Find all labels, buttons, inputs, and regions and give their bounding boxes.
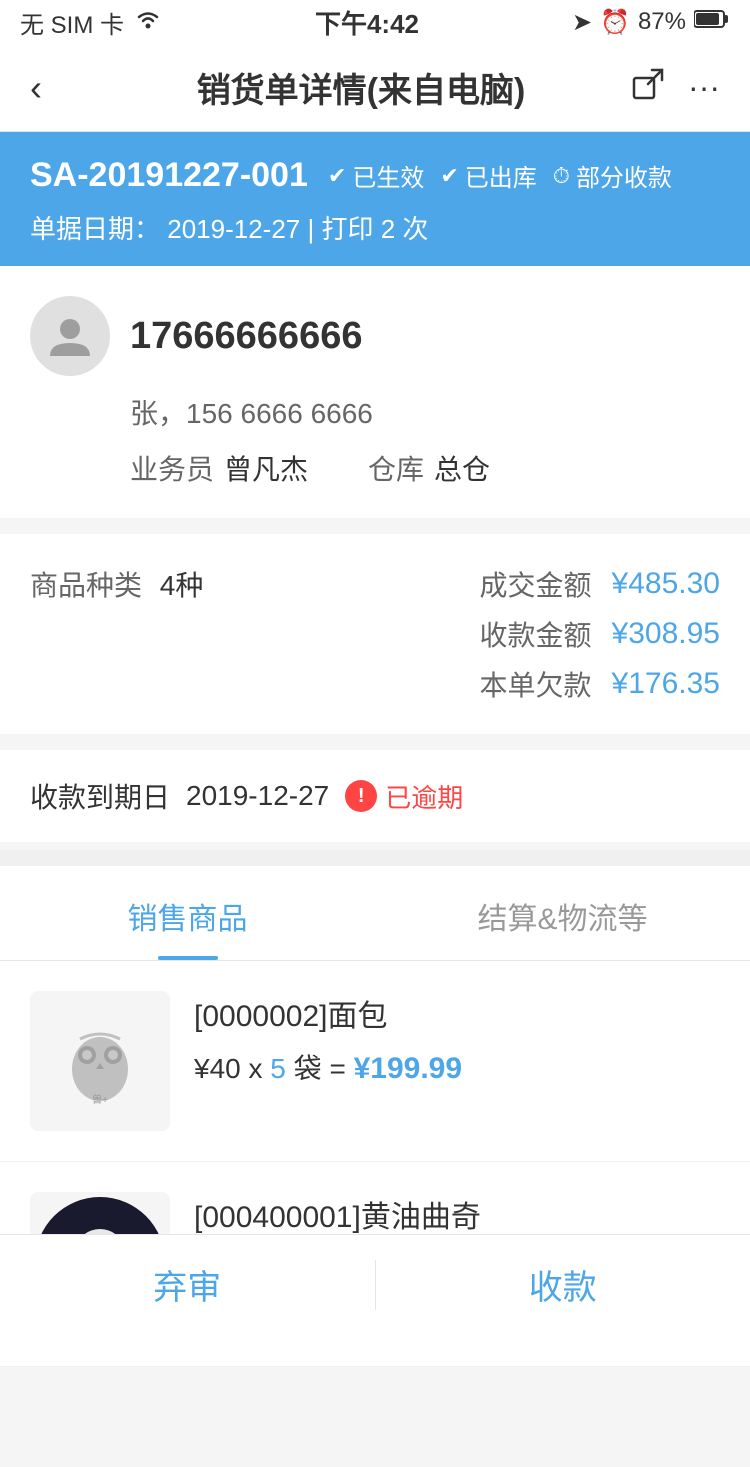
table-row: 兽+ [0000002]面包 ¥40 x 5 袋 = ¥199.99 bbox=[0, 961, 750, 1162]
avatar bbox=[30, 296, 110, 376]
status-badges: ✔ 已生效 ✔ 已出库 ⏱ 部分收款 bbox=[328, 158, 672, 193]
due-section: 收款到期日 2019-12-27 ! 已逾期 bbox=[0, 750, 750, 842]
nav-actions: ··· bbox=[632, 68, 720, 108]
badge-shipped: ✔ 已出库 bbox=[440, 158, 536, 193]
battery-text: 87% bbox=[638, 8, 686, 36]
customer-meta: 业务员 曾凡杰 仓库 总仓 bbox=[30, 448, 720, 488]
due-date: 2019-12-27 bbox=[186, 780, 329, 812]
owed-value: ¥176.35 bbox=[612, 667, 720, 701]
owed-row: 本单欠款 ¥176.35 bbox=[480, 664, 720, 704]
status-bar: 无 SIM 卡 下午4:42 ➤ ⏰ 87% bbox=[0, 0, 750, 44]
product-count: 4种 bbox=[160, 570, 204, 601]
customer-top: 17666666666 bbox=[30, 296, 720, 376]
due-label: 收款到期日 bbox=[30, 776, 170, 816]
bottom-bar: 弃审 收款 bbox=[0, 1234, 750, 1334]
cancel-audit-button[interactable]: 弃审 bbox=[0, 1240, 375, 1329]
customer-phone: 17666666666 bbox=[130, 315, 362, 358]
page-title: 销货单详情(来自电脑) bbox=[90, 63, 632, 112]
stats-left: 商品种类 4种 bbox=[30, 564, 203, 604]
stats-section: 商品种类 4种 成交金额 ¥485.30 收款金额 ¥308.95 本单欠款 ¥… bbox=[0, 534, 750, 734]
overdue-icon: ! bbox=[345, 780, 377, 812]
header-banner: SA-20191227-001 ✔ 已生效 ✔ 已出库 ⏱ 部分收款 单据日期：… bbox=[0, 132, 750, 266]
nav-bar: ‹ 销货单详情(来自电脑) ··· bbox=[0, 44, 750, 132]
tab-settlement-logistics[interactable]: 结算&物流等 bbox=[375, 866, 750, 960]
product-name-2: [000400001]黄油曲奇 bbox=[194, 1192, 720, 1236]
product-price-1: ¥40 x 5 袋 = ¥199.99 bbox=[194, 1047, 720, 1087]
banner-date: 单据日期： 2019-12-27 | 打印 2 次 bbox=[30, 209, 720, 246]
wifi-icon bbox=[134, 8, 162, 36]
location-icon: ➤ bbox=[572, 8, 592, 37]
product-name-1: [0000002]面包 bbox=[194, 991, 720, 1035]
stats-right: 成交金额 ¥485.30 收款金额 ¥308.95 本单欠款 ¥176.35 bbox=[480, 564, 720, 704]
clock-icon: ⏱ bbox=[553, 163, 570, 189]
overdue-badge: ! 已逾期 bbox=[345, 778, 463, 815]
carrier-text: 无 SIM 卡 bbox=[20, 5, 124, 40]
trade-amount-row: 成交金额 ¥485.30 bbox=[480, 564, 720, 604]
collected-row: 收款金额 ¥308.95 bbox=[480, 614, 720, 654]
check-icon-2: ✔ bbox=[440, 163, 458, 189]
banner-top: SA-20191227-001 ✔ 已生效 ✔ 已出库 ⏱ 部分收款 bbox=[30, 156, 720, 195]
export-icon[interactable] bbox=[632, 68, 664, 108]
status-right: ➤ ⏰ 87% bbox=[572, 8, 730, 37]
trade-amount-value: ¥485.30 bbox=[612, 567, 720, 601]
more-icon[interactable]: ··· bbox=[688, 69, 720, 106]
product-types: 商品种类 4种 bbox=[30, 564, 203, 604]
battery-icon bbox=[694, 8, 730, 36]
tabs: 销售商品 结算&物流等 bbox=[0, 866, 750, 961]
product-placeholder-icon-1: 兽+ bbox=[30, 991, 170, 1131]
badge-activated: ✔ 已生效 bbox=[328, 158, 424, 193]
back-button[interactable]: ‹ bbox=[30, 67, 90, 109]
collect-payment-button[interactable]: 收款 bbox=[376, 1240, 750, 1329]
badge-partial-payment: ⏱ 部分收款 bbox=[553, 158, 672, 193]
order-id: SA-20191227-001 bbox=[30, 156, 308, 195]
tab-sales-products[interactable]: 销售商品 bbox=[0, 866, 375, 960]
product-image-1: 兽+ bbox=[30, 991, 170, 1131]
customer-name-phone: 张，156 6666 6666 bbox=[30, 392, 720, 432]
status-time: 下午4:42 bbox=[315, 4, 419, 41]
product-details-1: [0000002]面包 ¥40 x 5 袋 = ¥199.99 bbox=[194, 991, 720, 1131]
warehouse: 仓库 总仓 bbox=[368, 448, 490, 488]
customer-section: 17666666666 张，156 6666 6666 业务员 曾凡杰 仓库 总… bbox=[0, 266, 750, 518]
overdue-text: 已逾期 bbox=[385, 778, 463, 815]
collected-value: ¥308.95 bbox=[612, 617, 720, 651]
section-divider bbox=[0, 850, 750, 866]
status-left: 无 SIM 卡 bbox=[20, 5, 162, 40]
svg-text:兽+: 兽+ bbox=[92, 1093, 108, 1106]
sales-person: 业务员 曾凡杰 bbox=[130, 448, 308, 488]
alarm-icon: ⏰ bbox=[600, 8, 630, 37]
check-icon-1: ✔ bbox=[328, 163, 346, 189]
